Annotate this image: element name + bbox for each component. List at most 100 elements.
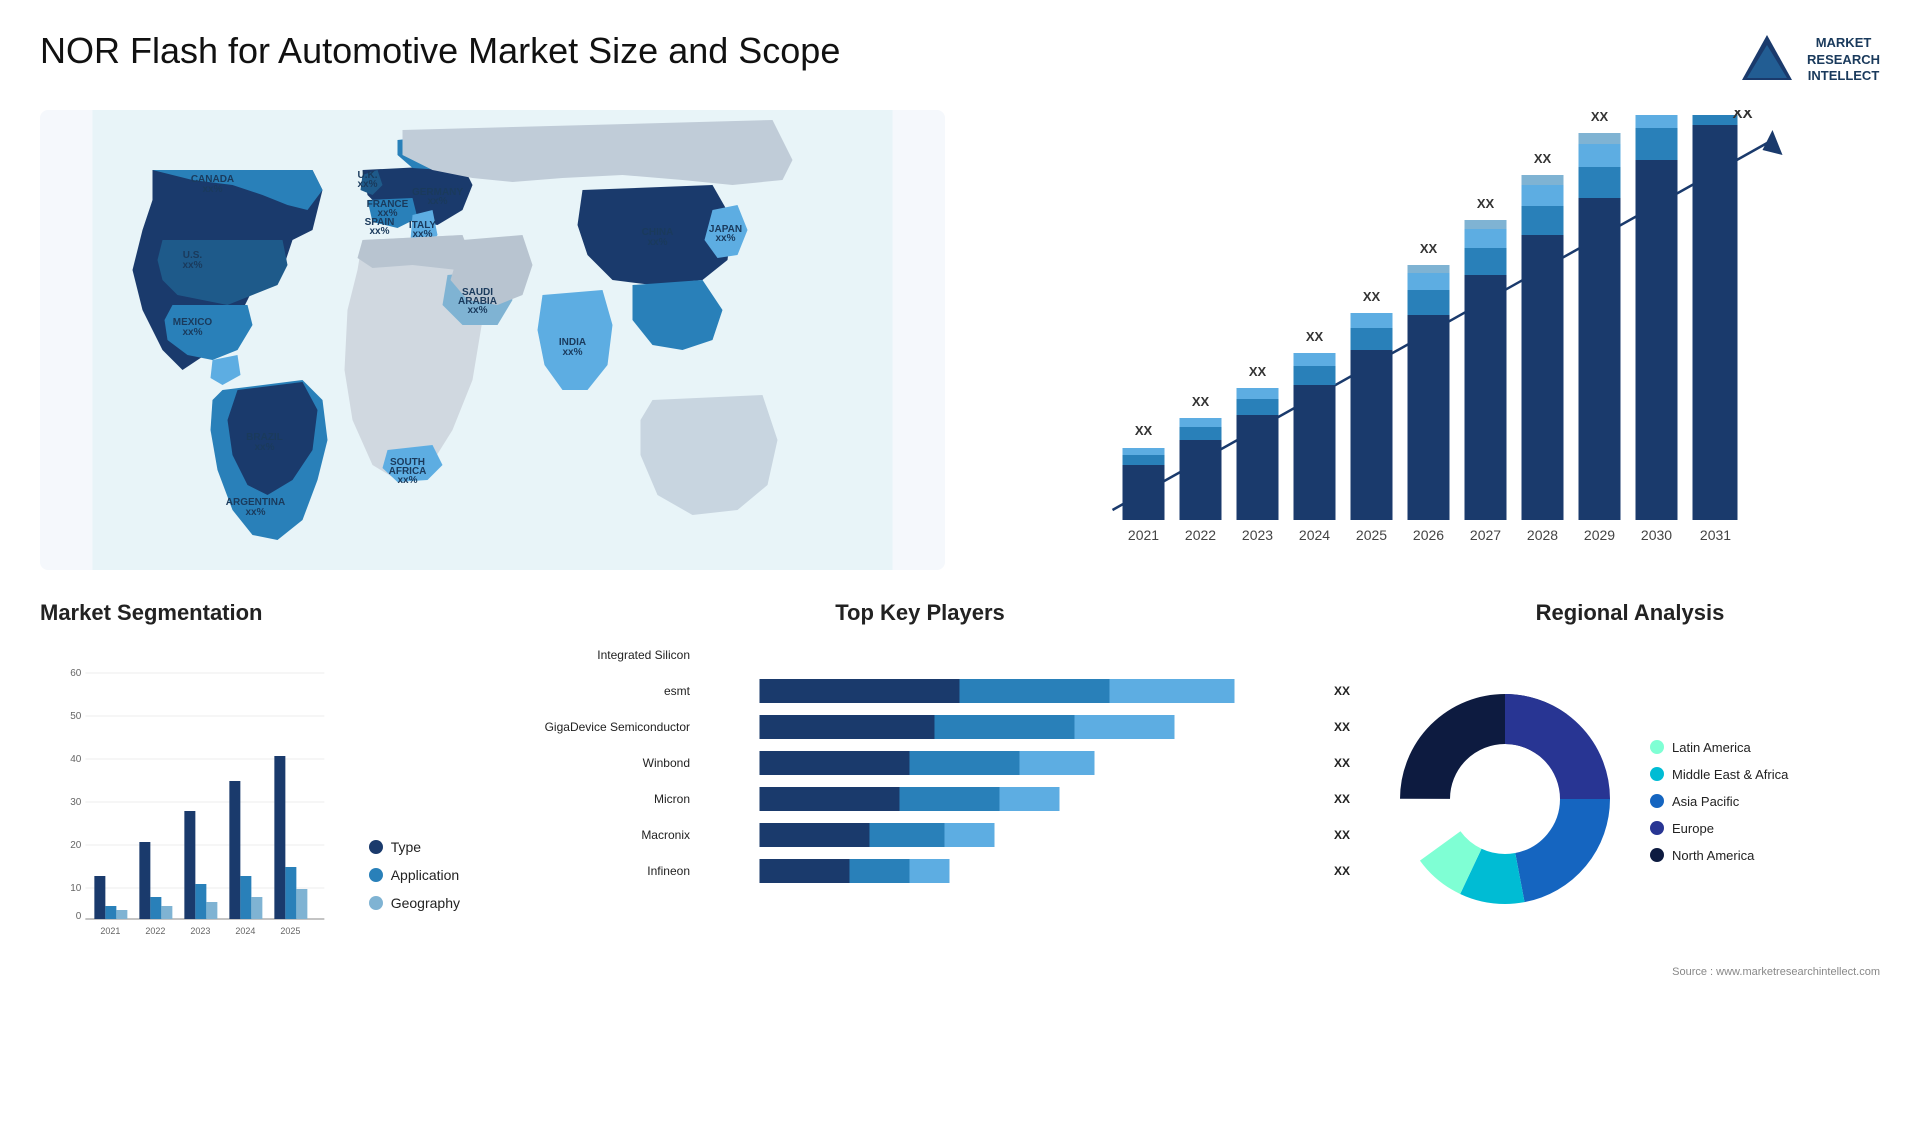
infineon-bar-svg [700,857,1319,885]
svg-text:xx%: xx% [254,442,274,453]
segmentation-chart-container: 60 50 40 30 20 10 0 [40,641,460,941]
regional-label-asia-pacific: Asia Pacific [1672,794,1739,809]
player-bar-macronix [700,821,1319,849]
svg-text:xx%: xx% [412,229,432,240]
player-value-esmt: XX [1334,684,1350,698]
micron-bar-svg [700,785,1319,813]
svg-text:2030: 2030 [1641,527,1672,543]
regional-dot-middle-east-africa [1650,767,1664,781]
regional-dot-asia-pacific [1650,794,1664,808]
svg-text:xx%: xx% [715,233,735,244]
segmentation-chart: 60 50 40 30 20 10 0 [40,661,349,941]
regional-container: Latin America Middle East & Africa Asia … [1380,641,1880,961]
svg-text:xx%: xx% [369,226,389,237]
growth-chart-section: 2021 XX 2022 XX 2023 XX 2024 XX 2025 [975,110,1880,570]
svg-text:30: 30 [70,797,82,808]
regional-label-europe: Europe [1672,821,1714,836]
regional-section: Regional Analysis [1380,600,1880,1000]
svg-text:xx%: xx% [245,507,265,518]
winbond-bar-svg [700,749,1319,777]
svg-text:XX: XX [1534,151,1552,166]
donut-chart-area [1380,674,1630,929]
players-list: Integrated Silicon esmt XX GigaDevice Se… [490,641,1350,885]
player-bar-micron [700,785,1319,813]
svg-text:20: 20 [70,840,82,851]
macronix-bar-svg [700,821,1319,849]
segmentation-legend: Type Application Geography [369,839,460,941]
regional-legend-asia-pacific: Asia Pacific [1650,794,1788,809]
svg-text:40: 40 [70,754,82,765]
svg-text:xx%: xx% [427,196,447,207]
header: NOR Flash for Automotive Market Size and… [40,30,1880,90]
svg-text:XX: XX [1363,289,1381,304]
page-title: NOR Flash for Automotive Market Size and… [40,30,840,72]
svg-text:60: 60 [70,668,82,679]
svg-text:xx%: xx% [357,179,377,190]
svg-text:xx%: xx% [562,347,582,358]
svg-text:xx%: xx% [182,260,202,271]
map-section: CANADA xx% U.S. xx% MEXICO xx% BRAZIL xx… [40,110,945,570]
svg-text:XX: XX [1249,364,1267,379]
svg-text:XX: XX [1192,394,1210,409]
regional-label-latin-america: Latin America [1672,740,1751,755]
svg-text:50: 50 [70,711,82,722]
legend-geography-label: Geography [391,895,460,911]
svg-text:2024: 2024 [1299,527,1330,543]
svg-text:xx%: xx% [647,237,667,248]
svg-text:XX: XX [1477,196,1495,211]
player-name-gigadevice: GigaDevice Semiconductor [510,720,690,734]
legend-application: Application [369,867,460,883]
player-name-micron: Micron [510,792,690,806]
svg-text:xx%: xx% [467,305,487,316]
regional-legend: Latin America Middle East & Africa Asia … [1650,740,1788,863]
svg-text:xx%: xx% [182,327,202,338]
logo-text: MARKETRESEARCHINTELLECT [1807,35,1880,86]
bottom-section: Market Segmentation 60 50 40 30 20 10 0 [40,600,1880,1000]
regional-legend-north-america: North America [1650,848,1788,863]
player-value-micron: XX [1334,792,1350,806]
svg-text:2023: 2023 [1242,527,1273,543]
player-bar-gigadevice [700,713,1319,741]
key-players-title: Top Key Players [490,600,1350,626]
growth-bar-chart: 2021 XX 2022 XX 2023 XX 2024 XX 2025 [975,110,1880,570]
svg-text:xx%: xx% [202,184,222,195]
svg-text:2026: 2026 [1413,527,1444,543]
segmentation-title: Market Segmentation [40,600,460,626]
legend-dot-application [369,868,383,882]
svg-text:0: 0 [76,911,82,922]
svg-text:2021: 2021 [1128,527,1159,543]
legend-type-label: Type [391,839,421,855]
svg-text:2031: 2031 [1700,527,1731,543]
regional-label-middle-east-africa: Middle East & Africa [1672,767,1788,782]
gigadevice-bar-svg [700,713,1319,741]
player-micron: Micron XX [510,785,1350,813]
player-value-macronix: XX [1334,828,1350,842]
player-name-infineon: Infineon [510,864,690,878]
player-name-esmt: esmt [510,684,690,698]
top-section: CANADA xx% U.S. xx% MEXICO xx% BRAZIL xx… [40,110,1880,570]
regional-legend-latin-america: Latin America [1650,740,1788,755]
player-infineon: Infineon XX [510,857,1350,885]
legend-geography: Geography [369,895,460,911]
player-gigadevice: GigaDevice Semiconductor XX [510,713,1350,741]
svg-text:2025: 2025 [280,926,300,936]
legend-type: Type [369,839,460,855]
svg-text:XX: XX [1306,329,1324,344]
legend-dot-type [369,840,383,854]
player-value-infineon: XX [1334,864,1350,878]
player-winbond: Winbond XX [510,749,1350,777]
regional-legend-europe: Europe [1650,821,1788,836]
player-name-winbond: Winbond [510,756,690,770]
svg-text:2021: 2021 [100,926,120,936]
svg-text:2022: 2022 [1185,527,1216,543]
regional-legend-middle-east-africa: Middle East & Africa [1650,767,1788,782]
svg-text:XX: XX [1135,423,1153,438]
legend-application-label: Application [391,867,460,883]
player-value-winbond: XX [1334,756,1350,770]
regional-dot-north-america [1650,848,1664,862]
player-bar-esmt [700,677,1319,705]
player-bar-integrated-silicon [700,641,1350,669]
legend-dot-geography [369,896,383,910]
player-integrated-silicon: Integrated Silicon [510,641,1350,669]
svg-text:2027: 2027 [1470,527,1501,543]
